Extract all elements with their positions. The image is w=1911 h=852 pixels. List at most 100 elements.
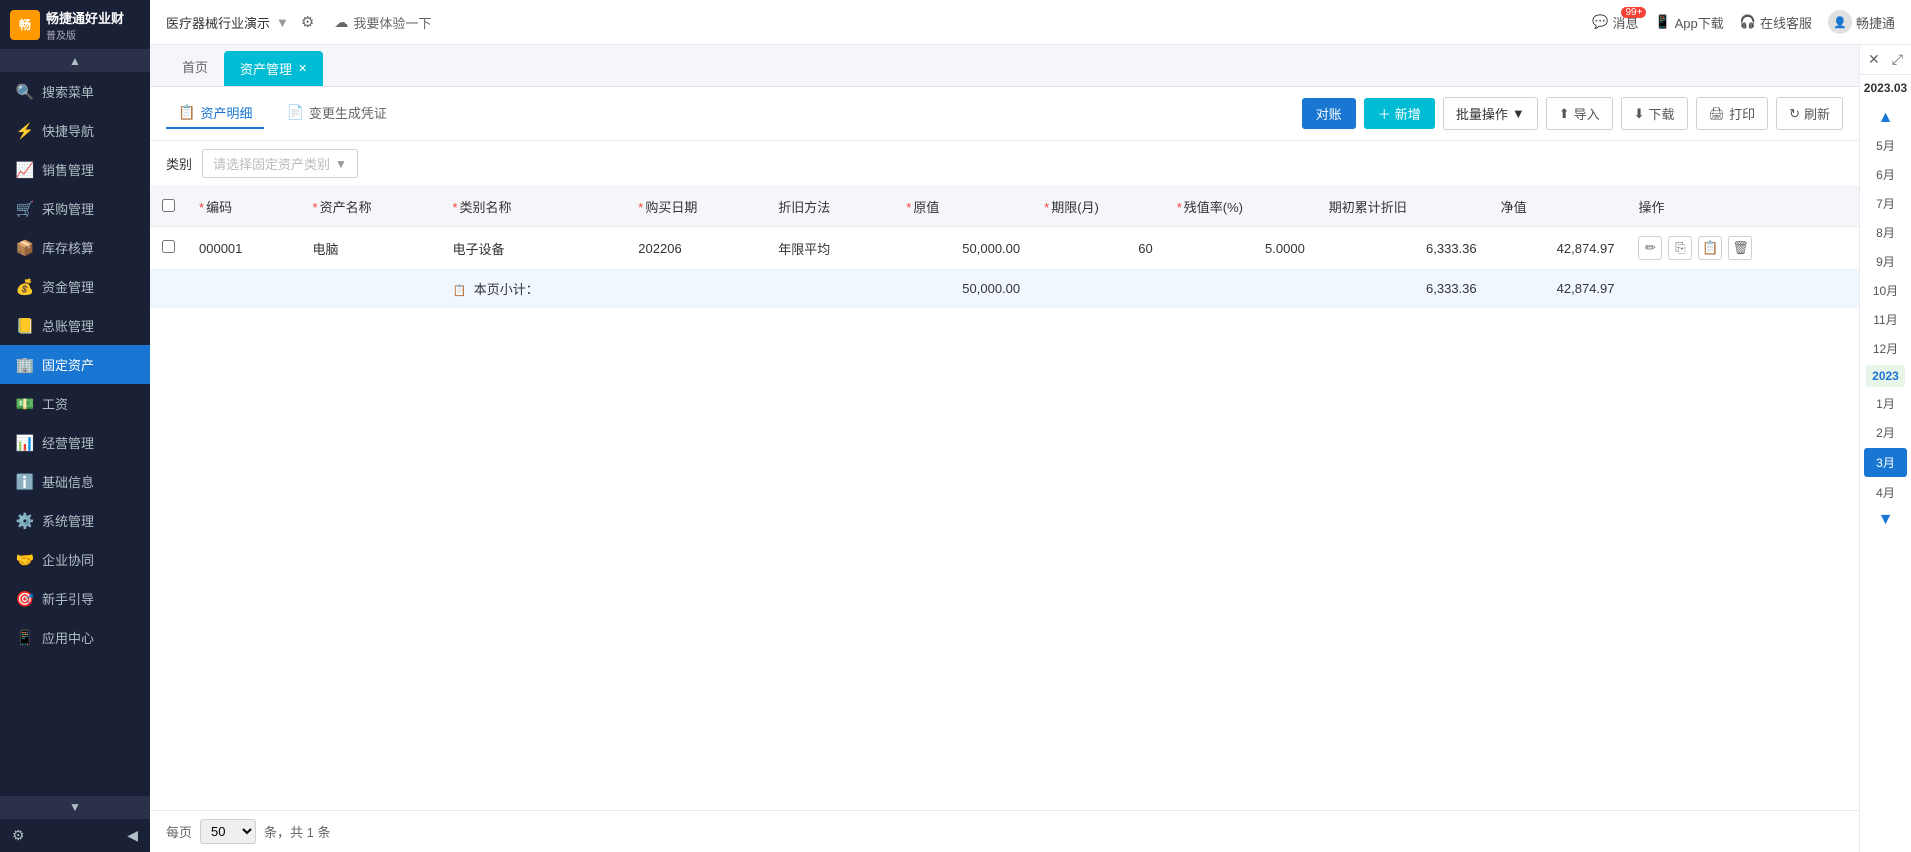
subtotal-initial-dep: 6,333.36 [1317, 270, 1489, 308]
sidebar-scroll-down[interactable]: ▼ [0, 796, 150, 818]
print-button[interactable]: 🖨 打印 [1696, 97, 1769, 130]
sidebar-item-cooperation[interactable]: 🤝 企业协同 [0, 540, 150, 579]
sidebar-item-sales[interactable]: 📈 销售管理 [0, 150, 150, 189]
sidebar-item-fixed-assets[interactable]: 🏢 固定资产 [0, 345, 150, 384]
sidebar-item-ledger[interactable]: 📒 总账管理 [0, 306, 150, 345]
right-panel-months: 5月 6月 7月 8月 9月 10月 11月 12月 2023 1月 2月 3月… [1860, 131, 1911, 507]
month-11[interactable]: 11月 [1860, 305, 1911, 334]
sidebar-item-purchase[interactable]: 🛒 采购管理 [0, 189, 150, 228]
sidebar-item-search[interactable]: 🔍 搜索菜单 [0, 72, 150, 111]
col-net-value: 净值 [1489, 187, 1627, 227]
refresh-button[interactable]: ↻ 刷新 [1776, 97, 1843, 130]
assets-table: *编码 *资产名称 *类别名称 *购买日期 折旧方法 *原值 *期限(月) *残… [150, 187, 1859, 308]
sidebar-item-payroll[interactable]: 💵 工资 [0, 384, 150, 423]
sidebar-item-funds[interactable]: 💰 资金管理 [0, 267, 150, 306]
month-12[interactable]: 12月 [1860, 334, 1911, 363]
row-initial-dep: 6,333.36 [1317, 227, 1489, 270]
month-1[interactable]: 1月 [1860, 389, 1911, 418]
table-row: 000001 电脑 电子设备 202206 年限平均 50,000.00 60 … [150, 227, 1859, 270]
app-label: App下载 [1675, 13, 1724, 32]
service-button[interactable]: 🎧 在线客服 [1740, 13, 1812, 32]
topbar-gear-icon[interactable]: ⚙ [301, 13, 314, 31]
subtotal-empty-8 [1626, 270, 1859, 308]
sidebar-item-guide[interactable]: 🎯 新手引导 [0, 579, 150, 618]
sidebar-item-app-center[interactable]: 📱 应用中心 [0, 618, 150, 657]
cooperation-icon: 🤝 [16, 551, 34, 569]
tab-assets-list-button[interactable]: 📋 资产明细 [166, 98, 264, 129]
year-2023-label: 2023 [1866, 365, 1905, 387]
row-actions: ✏ ⎘ 📋 🗑 [1626, 227, 1859, 270]
search-icon: 🔍 [16, 83, 34, 101]
service-label: 在线客服 [1760, 13, 1812, 32]
payroll-icon: 💵 [16, 395, 34, 413]
tab-close-icon[interactable]: ✕ [298, 62, 307, 75]
month-3[interactable]: 3月 [1864, 448, 1907, 477]
month-6[interactable]: 6月 [1860, 160, 1911, 189]
logo-text: 畅捷通好业财 普及版 [46, 8, 124, 42]
category-select[interactable]: 请选择固定资产类别 ▼ [202, 149, 358, 178]
tab-home[interactable]: 首页 [166, 49, 224, 86]
logo-icon: 畅 [10, 10, 40, 40]
row-name: 电脑 [301, 227, 441, 270]
company-selector[interactable]: 医疗器械行业演示 ▼ [166, 13, 289, 32]
detail-icon[interactable]: 📋 [1698, 236, 1722, 260]
row-checkbox-cell [150, 227, 187, 270]
import-button[interactable]: ⬆ 导入 [1546, 97, 1613, 130]
table-header-row: *编码 *资产名称 *类别名称 *购买日期 折旧方法 *原值 *期限(月) *残… [150, 187, 1859, 227]
row-checkbox[interactable] [162, 240, 175, 253]
sidebar: 畅 畅捷通好业财 普及版 ▲ 🔍 搜索菜单 ⚡ 快捷导航 📈 销售管理 🛒 采购… [0, 0, 150, 852]
edit-icon[interactable]: ✏ [1638, 236, 1662, 260]
toolbar-actions: 对账 ＋ 新增 批量操作 ▼ ⬆ 导入 ⬇ 下载 [1302, 97, 1843, 130]
col-actions: 操作 [1626, 187, 1859, 227]
row-category: 电子设备 [440, 227, 626, 270]
guide-icon: 🎯 [16, 590, 34, 608]
app-download-button[interactable]: 📱 App下载 [1654, 13, 1723, 32]
subtotal-empty-6 [1032, 270, 1165, 308]
app-center-icon: 📱 [16, 629, 34, 647]
right-panel-close-icon[interactable]: ✕ [1868, 51, 1880, 68]
col-name: *资产名称 [301, 187, 441, 227]
sidebar-item-inventory[interactable]: 📦 库存核算 [0, 228, 150, 267]
reconcile-button[interactable]: 对账 [1302, 98, 1356, 129]
sidebar-scroll-up[interactable]: ▲ [0, 50, 150, 72]
sidebar-item-system[interactable]: ⚙️ 系统管理 [0, 501, 150, 540]
right-panel-up-icon[interactable]: ▲ [1878, 105, 1894, 131]
month-5[interactable]: 5月 [1860, 131, 1911, 160]
ledger-icon: 📒 [16, 317, 34, 335]
collapse-icon[interactable]: ◀ [127, 827, 138, 844]
col-residual-rate: *残值率(%) [1165, 187, 1317, 227]
select-all-checkbox[interactable] [162, 199, 175, 212]
month-2[interactable]: 2月 [1860, 418, 1911, 447]
month-9[interactable]: 9月 [1860, 247, 1911, 276]
settings-footer-icon[interactable]: ⚙ [12, 827, 25, 844]
subtotal-original-value: 50,000.00 [894, 270, 1032, 308]
tab-assets[interactable]: 资产管理 ✕ [224, 51, 323, 86]
month-10[interactable]: 10月 [1860, 276, 1911, 305]
right-panel-year: 2023.03 [1864, 75, 1907, 101]
sidebar-item-quick-nav[interactable]: ⚡ 快捷导航 [0, 111, 150, 150]
sidebar-item-operations[interactable]: 📊 经营管理 [0, 423, 150, 462]
user-menu[interactable]: 👤 畅捷通 [1828, 10, 1895, 34]
copy-icon[interactable]: ⎘ [1668, 236, 1692, 260]
experience-button[interactable]: ☁ 我要体验一下 [334, 13, 431, 32]
download-button[interactable]: ⬇ 下载 [1621, 97, 1688, 130]
funds-icon: 💰 [16, 278, 34, 296]
new-button[interactable]: ＋ 新增 [1364, 98, 1435, 129]
batch-button[interactable]: 批量操作 ▼ [1443, 97, 1538, 130]
content-main: 首页 资产管理 ✕ 📋 资产明细 📄 变更生成凭证 对账 [150, 45, 1859, 852]
month-7[interactable]: 7月 [1860, 189, 1911, 218]
fixed-assets-icon: 🏢 [16, 356, 34, 374]
delete-icon[interactable]: 🗑 [1728, 236, 1752, 260]
right-panel-expand-icon[interactable]: ⤢ [1892, 51, 1903, 68]
right-panel-down-icon[interactable]: ▼ [1878, 507, 1894, 533]
per-page-select[interactable]: 50 100 200 [200, 819, 256, 844]
month-4[interactable]: 4月 [1860, 478, 1911, 507]
message-icon: 💬 [1592, 14, 1608, 30]
sidebar-item-basic-info[interactable]: ℹ️ 基础信息 [0, 462, 150, 501]
month-8[interactable]: 8月 [1860, 218, 1911, 247]
subtotal-empty-5 [766, 270, 894, 308]
basic-info-icon: ℹ️ [16, 473, 34, 491]
message-button[interactable]: 💬 消息 99+ [1592, 13, 1638, 32]
tab-voucher-gen-button[interactable]: 📄 变更生成凭证 [274, 98, 398, 129]
batch-arrow-icon: ▼ [1512, 106, 1525, 121]
